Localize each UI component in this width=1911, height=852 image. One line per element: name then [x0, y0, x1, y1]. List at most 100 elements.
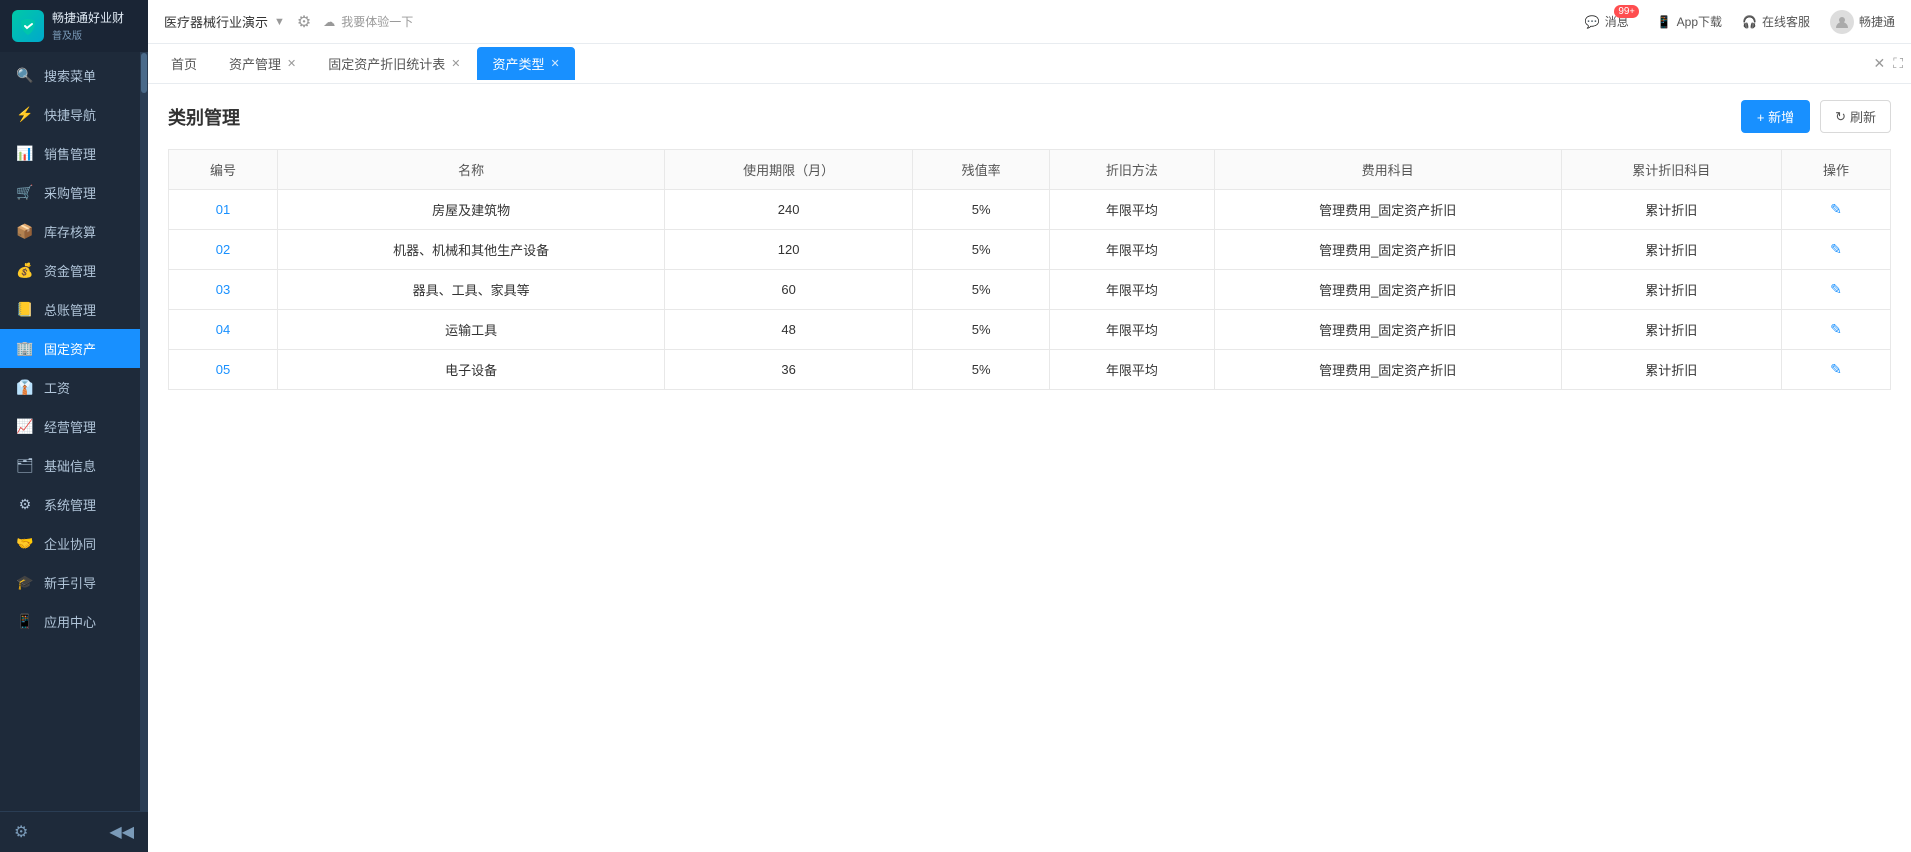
sidebar-item-system-management[interactable]: ⚙ 系统管理: [0, 485, 140, 524]
table-header-row: 编号名称使用期限（月）残值率折旧方法费用科目累计折旧科目操作: [169, 150, 1891, 190]
col-header-编号: 编号: [169, 150, 278, 190]
online-service-label: 在线客服: [1762, 13, 1810, 30]
cell-name: 机器、机械和其他生产设备: [278, 230, 665, 270]
quick-nav-label: 快捷导航: [44, 105, 96, 124]
page-header: 类别管理 + 新增 ↻ 刷新: [168, 100, 1891, 133]
col-header-操作: 操作: [1781, 150, 1890, 190]
edit-icon[interactable]: ✎: [1830, 321, 1842, 337]
app-download-button[interactable]: 📱 App下载: [1657, 13, 1722, 30]
cell-id: 04: [169, 310, 278, 350]
tab-asset-management[interactable]: 资产管理 ✕: [214, 47, 311, 80]
sidebar-item-app-center[interactable]: 📱 应用中心: [0, 602, 140, 641]
refresh-button[interactable]: ↻ 刷新: [1820, 100, 1891, 133]
company-selector[interactable]: 医疗器械行业演示 ▼: [164, 12, 285, 31]
maximize-window-icon[interactable]: ⛶: [1893, 55, 1903, 72]
tab-asset-management-label: 资产管理: [229, 54, 281, 73]
cell-action[interactable]: ✎: [1781, 310, 1890, 350]
tab-asset-management-close-icon[interactable]: ✕: [287, 57, 296, 70]
sidebar-item-general-ledger[interactable]: 📒 总账管理: [0, 290, 140, 329]
purchase-management-label: 采购管理: [44, 183, 96, 202]
cell-action[interactable]: ✎: [1781, 270, 1890, 310]
online-service-button[interactable]: 🎧 在线客服: [1742, 13, 1810, 30]
enterprise-collab-icon: 🤝: [16, 535, 34, 553]
sidebar-item-basic-info[interactable]: 🗂 基础信息: [0, 446, 140, 485]
fund-management-icon: 💰: [16, 262, 34, 280]
cell-residual: 5%: [913, 270, 1050, 310]
col-header-折旧方法: 折旧方法: [1050, 150, 1215, 190]
sidebar-footer: ⚙ ◀◀: [0, 811, 148, 852]
sidebar-scrollbar[interactable]: [140, 52, 148, 811]
sidebar-item-purchase-management[interactable]: 🛒 采购管理: [0, 173, 140, 212]
experience-button[interactable]: ☁ 我要体验一下: [323, 13, 413, 30]
tab-home[interactable]: 首页: [156, 47, 212, 80]
tab-depreciation[interactable]: 固定资产折旧统计表✕: [313, 47, 475, 80]
cell-id: 05: [169, 350, 278, 390]
page-title: 类别管理: [168, 104, 240, 130]
sidebar-nav: 🔍 搜索菜单 ⚡ 快捷导航 📊 销售管理 🛒 采购管理 📦 库存核算 💰 资金管…: [0, 52, 140, 811]
cell-accumulated: 累计折旧: [1561, 190, 1781, 230]
sidebar-item-newbie-guide[interactable]: 🎓 新手引导: [0, 563, 140, 602]
sidebar-item-quick-nav[interactable]: ⚡ 快捷导航: [0, 95, 140, 134]
close-window-icon[interactable]: ✕: [1873, 55, 1885, 72]
cell-name: 运输工具: [278, 310, 665, 350]
topbar-settings-icon[interactable]: ⚙: [297, 12, 311, 32]
cell-id: 03: [169, 270, 278, 310]
sidebar-item-inventory[interactable]: 📦 库存核算: [0, 212, 140, 251]
cell-accumulated: 累计折旧: [1561, 350, 1781, 390]
company-dropdown-icon[interactable]: ▼: [274, 16, 285, 28]
cell-method: 年限平均: [1050, 190, 1215, 230]
inventory-icon: 📦: [16, 223, 34, 241]
content-area: 类别管理 + 新增 ↻ 刷新 编号名称使用期限（月）残值率折旧方法费用科目累计折…: [148, 84, 1911, 852]
tab-asset-type[interactable]: 资产类型 ✕: [477, 47, 574, 80]
avatar: [1830, 10, 1854, 34]
cell-action[interactable]: ✎: [1781, 190, 1890, 230]
edit-icon[interactable]: ✎: [1830, 201, 1842, 217]
topbar: 医疗器械行业演示 ▼ ⚙ ☁ 我要体验一下 💬 消息 99+ 📱 App下载 🎧…: [148, 0, 1911, 44]
sidebar-header: 畅捷通好业财 普及版: [0, 0, 148, 52]
edit-icon[interactable]: ✎: [1830, 361, 1842, 377]
cell-id: 02: [169, 230, 278, 270]
refresh-label: 刷新: [1850, 107, 1876, 126]
app-download-label: App下载: [1677, 13, 1722, 30]
sidebar-item-enterprise-collab[interactable]: 🤝 企业协同: [0, 524, 140, 563]
sidebar-item-search-menu[interactable]: 🔍 搜索菜单: [0, 56, 140, 95]
sidebar-item-payroll[interactable]: 👔 工资: [0, 368, 140, 407]
cell-action[interactable]: ✎: [1781, 230, 1890, 270]
cell-months: 240: [665, 190, 913, 230]
edit-icon[interactable]: ✎: [1830, 241, 1842, 257]
sidebar-item-business-management[interactable]: 📈 经营管理: [0, 407, 140, 446]
newbie-guide-icon: 🎓: [16, 574, 34, 592]
tab-depreciation-close-icon[interactable]: ✕: [451, 57, 460, 70]
username-label: 畅捷通: [1859, 13, 1895, 30]
message-icon: 💬: [1585, 15, 1600, 29]
cell-cost: 管理费用_固定资产折旧: [1214, 350, 1561, 390]
new-button[interactable]: + 新增: [1741, 100, 1810, 133]
general-ledger-icon: 📒: [16, 301, 34, 319]
sidebar-item-fund-management[interactable]: 💰 资金管理: [0, 251, 140, 290]
collapse-icon[interactable]: ◀◀: [109, 822, 134, 842]
payroll-icon: 👔: [16, 379, 34, 397]
cell-action[interactable]: ✎: [1781, 350, 1890, 390]
topbar-right: 💬 消息 99+ 📱 App下载 🎧 在线客服 畅捷通: [1585, 10, 1895, 34]
sidebar-item-sales-management[interactable]: 📊 销售管理: [0, 134, 140, 173]
business-management-label: 经营管理: [44, 417, 96, 436]
sidebar-item-fixed-assets[interactable]: 🏢 固定资产: [0, 329, 140, 368]
app-center-label: 应用中心: [44, 612, 96, 631]
cell-months: 60: [665, 270, 913, 310]
fixed-assets-label: 固定资产: [44, 339, 96, 358]
messages-button[interactable]: 💬 消息 99+: [1585, 13, 1629, 30]
cell-residual: 5%: [913, 350, 1050, 390]
inventory-label: 库存核算: [44, 222, 96, 241]
cell-accumulated: 累计折旧: [1561, 310, 1781, 350]
sales-management-label: 销售管理: [44, 144, 96, 163]
edit-icon[interactable]: ✎: [1830, 281, 1842, 297]
tab-asset-type-label: 资产类型: [492, 54, 544, 73]
company-name: 医疗器械行业演示: [164, 12, 268, 31]
col-header-名称: 名称: [278, 150, 665, 190]
fund-management-label: 资金管理: [44, 261, 96, 280]
cell-residual: 5%: [913, 190, 1050, 230]
tab-asset-type-close-icon[interactable]: ✕: [551, 57, 560, 70]
settings-icon[interactable]: ⚙: [14, 822, 28, 842]
user-menu-button[interactable]: 畅捷通: [1830, 10, 1895, 34]
basic-info-label: 基础信息: [44, 456, 96, 475]
